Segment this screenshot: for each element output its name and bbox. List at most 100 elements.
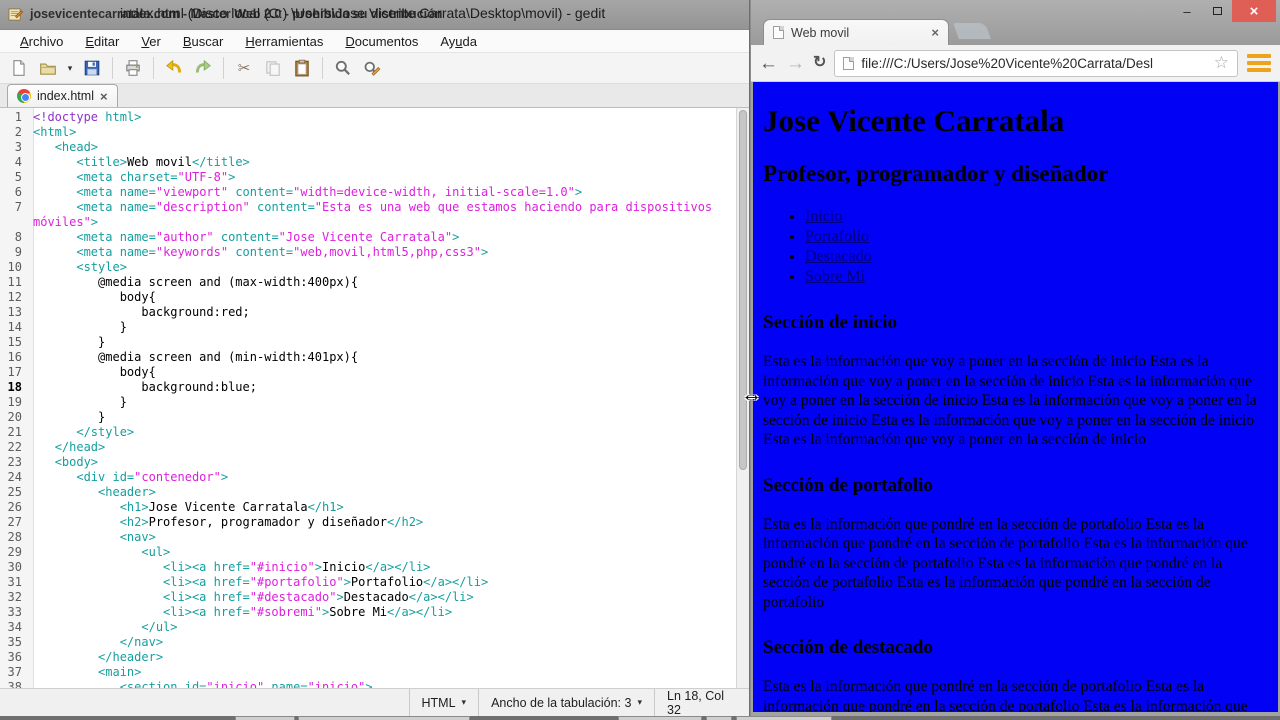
menu-buscar[interactable]: Buscar	[173, 32, 233, 51]
section-heading: Sección de destacado	[763, 637, 933, 658]
browser-tab-close-icon[interactable]: ×	[931, 25, 939, 40]
line-number: 34	[7, 620, 22, 634]
menu-editar[interactable]: Editar	[75, 32, 129, 51]
line-number: 23	[7, 455, 22, 469]
line-number: 37	[7, 665, 22, 679]
taskbar-strip	[0, 716, 1280, 720]
line-number: 22	[7, 440, 22, 454]
line-number: 7	[14, 200, 22, 214]
line-number: 13	[7, 305, 22, 319]
scrollbar-thumb[interactable]	[739, 110, 747, 470]
bookmark-star-icon[interactable]: ☆	[1214, 53, 1229, 73]
code-row: 21 </style>	[0, 425, 736, 440]
tab-close-icon[interactable]: ×	[100, 89, 108, 104]
nav-list-item: Destacado	[805, 247, 1268, 267]
address-bar[interactable]: file:///C:/Users/Jose%20Vicente%20Carrat…	[834, 49, 1238, 77]
code-row: 35 </nav>	[0, 635, 736, 650]
new-document-icon[interactable]	[6, 55, 32, 81]
line-number: 35	[7, 635, 22, 649]
nav-link-inicio[interactable]: Inicio	[805, 208, 842, 225]
open-dropdown-icon[interactable]: ▾	[64, 63, 76, 74]
code-row: 6 <meta name="viewport" content="width=d…	[0, 185, 736, 200]
code-row: 12 body{	[0, 290, 736, 305]
browser-toolbar: ← → ↻ file:///C:/Users/Jose%20Vicente%20…	[751, 45, 1280, 82]
code-row: 18 background:blue;	[0, 380, 736, 395]
tab-width-dropdown[interactable]: Ancho de la tabulación: 3 ▾	[478, 689, 654, 716]
line-number: 27	[7, 515, 22, 529]
code-row: 31 <li><a href="#portafolio">Portafolio<…	[0, 575, 736, 590]
menu-ayuda[interactable]: Ayuda	[430, 32, 487, 51]
nav-list-item: Portafolio	[805, 227, 1268, 247]
code-editor[interactable]: 1 <!doctype html> 2 <html> 3 <head> 4 <title>…	[0, 108, 736, 688]
code-row: 24 <div id="contenedor">	[0, 470, 736, 485]
line-number: 30	[7, 560, 22, 574]
page-icon	[773, 26, 784, 39]
copy-icon[interactable]	[260, 55, 286, 81]
code-row: 19 }	[0, 395, 736, 410]
section-heading: Sección de inicio	[763, 312, 898, 333]
url-text[interactable]: file:///C:/Users/Jose%20Vicente%20Carrat…	[861, 56, 1206, 71]
back-button[interactable]: ←	[759, 54, 778, 73]
code-row: 25 <header>	[0, 485, 736, 500]
code-row: 20 }	[0, 410, 736, 425]
line-number: 8	[14, 230, 22, 244]
toolbar-separator	[322, 57, 323, 79]
line-number: 10	[7, 260, 22, 274]
tab-width-label: Ancho de la tabulación: 3	[491, 695, 632, 710]
line-number: 24	[7, 470, 22, 484]
toolbar-separator	[223, 57, 224, 79]
print-icon[interactable]	[120, 55, 146, 81]
line-number: 29	[7, 545, 22, 559]
page-icon	[843, 56, 855, 70]
section-paragraph: Esta es la información que pondré en la …	[763, 515, 1248, 611]
code-row: 14 }	[0, 320, 736, 335]
code-row: 3 <head>	[0, 140, 736, 155]
maximize-button[interactable]	[1202, 0, 1232, 22]
browser-tab[interactable]: Web movil ×	[763, 19, 949, 45]
gedit-toolbar: ▾ ✂	[0, 53, 749, 84]
save-icon[interactable]	[79, 55, 105, 81]
page-nav-list: Inicio Portafolio Destacado Sobre Mi	[763, 207, 1268, 287]
page-sections: Sección de inicio Esta es la información …	[763, 312, 1268, 712]
line-number: 36	[7, 650, 22, 664]
browser-menu-icon[interactable]	[1246, 52, 1272, 74]
browser-tab-title: Web movil	[791, 25, 850, 40]
line-number: 4	[14, 155, 22, 169]
minimize-button[interactable]: –	[1172, 0, 1202, 22]
code-row: móviles">	[0, 215, 736, 230]
section-heading: Sección de portafolio	[763, 474, 933, 496]
new-tab-button[interactable]	[953, 23, 991, 39]
paste-icon[interactable]	[289, 55, 315, 81]
menu-documentos[interactable]: Documentos	[335, 32, 428, 51]
reload-button[interactable]: ↻	[813, 55, 826, 71]
find-icon[interactable]	[330, 55, 356, 81]
code-row: 28 <nav>	[0, 530, 736, 545]
forward-button[interactable]: →	[786, 54, 805, 73]
line-number: 6	[14, 185, 22, 199]
menu-herramientas[interactable]: Herramientas	[235, 32, 333, 51]
line-number: 5	[14, 170, 22, 184]
window-title: index.html (Disco local (C:) \Users\Jose…	[120, 5, 606, 21]
code-row: 27 <h2>Profesor, programador y diseñador…	[0, 515, 736, 530]
code-row: 9 <meta name="keywords" content="web,mov…	[0, 245, 736, 260]
language-mode-dropdown[interactable]: HTML ▾	[408, 689, 479, 716]
html-file-icon	[17, 89, 31, 103]
line-number: 28	[7, 530, 22, 544]
open-folder-icon[interactable]	[35, 55, 61, 81]
code-row: 11 @media screen and (max-width:400px){	[0, 275, 736, 290]
close-button[interactable]: ×	[1232, 0, 1276, 22]
cursor-position: Ln 18, Col 32	[654, 689, 749, 717]
code-row: 13 background:red;	[0, 305, 736, 320]
menu-archivo[interactable]: Archivo	[10, 32, 73, 51]
cut-icon[interactable]: ✂	[231, 55, 257, 81]
menu-ver[interactable]: Ver	[131, 32, 171, 51]
find-replace-icon[interactable]	[359, 55, 385, 81]
nav-link-destacado[interactable]: Destacado	[805, 248, 872, 265]
nav-link-portafolio[interactable]: Portafolio	[805, 228, 869, 245]
nav-link-sobre-mi[interactable]: Sobre Mi	[805, 268, 865, 285]
tab-index-html[interactable]: index.html ×	[7, 84, 118, 107]
undo-icon[interactable]	[161, 55, 187, 81]
redo-icon[interactable]	[190, 55, 216, 81]
code-row: 23 <body>	[0, 455, 736, 470]
line-number: 21	[7, 425, 22, 439]
